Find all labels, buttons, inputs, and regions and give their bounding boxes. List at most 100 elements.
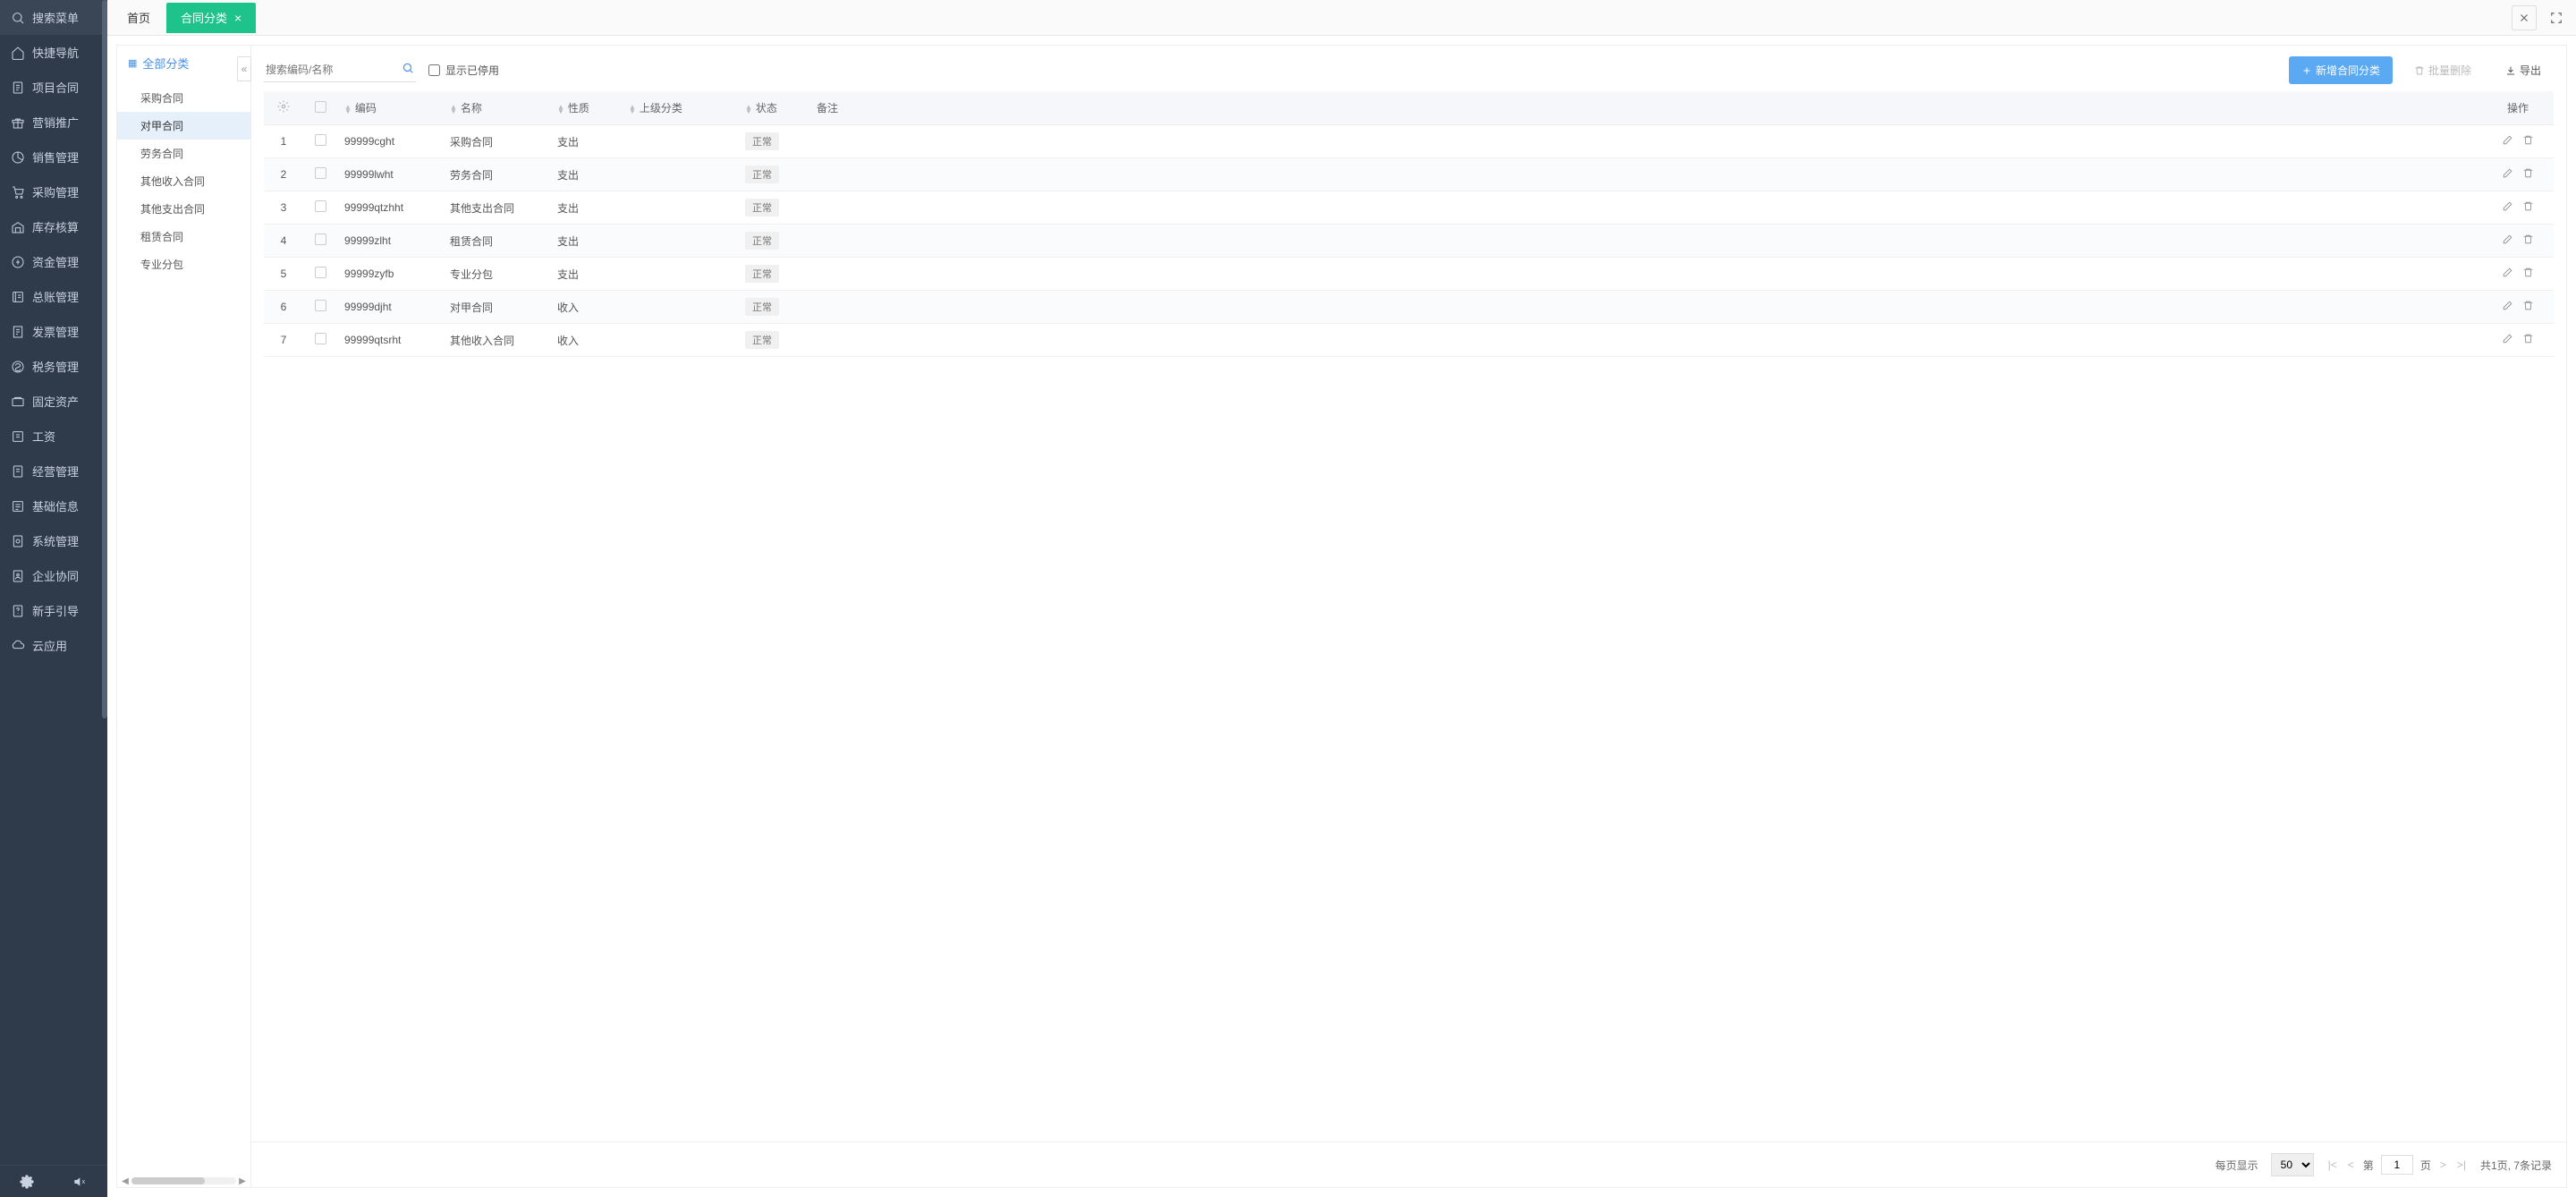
last-page-button[interactable]: >| (2455, 1157, 2468, 1173)
sidebar-item-asset[interactable]: 固定资产 (0, 384, 107, 419)
sidebar-item-receipt[interactable]: 发票管理 (0, 314, 107, 349)
sidebar-item-info[interactable]: 基础信息 (0, 488, 107, 523)
cell-remark (809, 258, 2482, 291)
delete-button[interactable] (2522, 167, 2534, 182)
sidebar-item-tax[interactable]: 税务管理 (0, 349, 107, 384)
edit-button[interactable] (2502, 167, 2513, 182)
close-icon (2518, 12, 2530, 24)
sidebar-item-doc[interactable]: 项目合同 (0, 70, 107, 105)
sidebar-item-ledger[interactable]: 总账管理 (0, 279, 107, 314)
hscroll-track[interactable] (131, 1177, 236, 1184)
show-disabled-checkbox[interactable]: 显示已停用 (428, 63, 499, 78)
delete-button[interactable] (2522, 200, 2534, 215)
column-checkbox-all[interactable] (303, 91, 337, 125)
delete-button[interactable] (2522, 333, 2534, 347)
search-button[interactable] (402, 62, 414, 77)
sidebar-scrollbar[interactable] (102, 0, 107, 718)
edit-button[interactable] (2502, 300, 2513, 314)
tree-item[interactable]: 采购合同 (117, 84, 250, 112)
fullscreen-button[interactable] (2544, 5, 2569, 30)
sidebar-item-system[interactable]: 系统管理 (0, 523, 107, 558)
tab-contract-category[interactable]: 合同分类 × (166, 3, 256, 33)
sidebar-item-gift[interactable]: 营销推广 (0, 105, 107, 140)
sound-button[interactable] (54, 1166, 107, 1197)
row-checkbox[interactable] (303, 258, 337, 291)
column-property[interactable]: ▲▼性质 (550, 91, 622, 125)
add-category-button[interactable]: 新增合同分类 (2289, 56, 2393, 84)
row-checkbox[interactable] (303, 158, 337, 191)
batch-delete-button: 批量删除 (2402, 56, 2484, 84)
column-parent[interactable]: ▲▼上级分类 (622, 91, 738, 125)
delete-button[interactable] (2522, 233, 2534, 248)
cell-code: 99999lwht (337, 158, 443, 191)
row-checkbox[interactable] (303, 324, 337, 357)
tree-item[interactable]: 其他支出合同 (117, 195, 250, 223)
hscroll-thumb[interactable] (131, 1177, 205, 1184)
scroll-right-button[interactable]: ▶ (238, 1176, 247, 1185)
tab-home[interactable]: 首页 (113, 3, 165, 33)
delete-button[interactable] (2522, 134, 2534, 149)
sidebar-item-collab[interactable]: 企业协同 (0, 558, 107, 593)
tree-item[interactable]: 对甲合同 (117, 112, 250, 140)
sidebar-item-home[interactable]: 快捷导航 (0, 35, 107, 70)
cell-status: 正常 (738, 158, 809, 191)
page-input[interactable] (2381, 1155, 2413, 1175)
sidebar-item-label: 云应用 (32, 637, 67, 654)
settings-button[interactable] (0, 1166, 54, 1197)
cell-parent (622, 158, 738, 191)
sidebar-item-warehouse[interactable]: 库存核算 (0, 209, 107, 244)
next-page-button[interactable]: > (2438, 1157, 2448, 1173)
tree-header[interactable]: ▦ 全部分类 (117, 46, 250, 81)
sidebar-item-cloud[interactable]: 云应用 (0, 628, 107, 663)
cell-remark (809, 291, 2482, 324)
tree-item[interactable]: 劳务合同 (117, 140, 250, 167)
sidebar-item-manage[interactable]: 经营管理 (0, 454, 107, 488)
edit-button[interactable] (2502, 333, 2513, 347)
sidebar-item-label: 发票管理 (32, 323, 79, 340)
tree-item[interactable]: 租赁合同 (117, 223, 250, 250)
tree-item[interactable]: 其他收入合同 (117, 167, 250, 195)
sidebar-item-pie[interactable]: 销售管理 (0, 140, 107, 174)
cell-name: 劳务合同 (443, 158, 550, 191)
sidebar-item-guide[interactable]: 新手引导 (0, 593, 107, 628)
export-button[interactable]: 导出 (2493, 56, 2554, 84)
edit-button[interactable] (2502, 200, 2513, 215)
close-tabs-button[interactable] (2512, 5, 2537, 30)
row-checkbox[interactable] (303, 191, 337, 225)
edit-button[interactable] (2502, 267, 2513, 281)
per-page-select[interactable]: 50 (2271, 1153, 2314, 1176)
trash-icon (2522, 333, 2534, 344)
edit-button[interactable] (2502, 233, 2513, 248)
column-settings[interactable] (264, 91, 303, 125)
cell-status: 正常 (738, 291, 809, 324)
edit-button[interactable] (2502, 134, 2513, 149)
sidebar-item-salary[interactable]: 工资 (0, 419, 107, 454)
checkbox-input[interactable] (428, 64, 440, 76)
sidebar-item-coin[interactable]: 资金管理 (0, 244, 107, 279)
search-input[interactable] (264, 58, 416, 82)
collapse-panel-button[interactable]: « (237, 56, 251, 81)
column-code[interactable]: ▲▼编码 (337, 91, 443, 125)
delete-button[interactable] (2522, 267, 2534, 281)
receipt-icon (11, 325, 25, 339)
row-checkbox[interactable] (303, 291, 337, 324)
delete-button[interactable] (2522, 300, 2534, 314)
warehouse-icon (11, 220, 25, 234)
close-icon[interactable]: × (234, 12, 242, 24)
scroll-left-button[interactable]: ◀ (121, 1176, 130, 1185)
tree-item[interactable]: 专业分包 (117, 250, 250, 278)
edit-icon (2502, 200, 2513, 212)
pagination-summary: 共1页, 7条记录 (2480, 1158, 2552, 1173)
column-name[interactable]: ▲▼名称 (443, 91, 550, 125)
chevron-left-icon: « (242, 63, 248, 75)
row-checkbox[interactable] (303, 125, 337, 158)
manage-icon (11, 464, 25, 479)
sidebar-item-search[interactable]: 搜索菜单 (0, 0, 107, 35)
row-checkbox[interactable] (303, 225, 337, 258)
column-status[interactable]: ▲▼状态 (738, 91, 809, 125)
sidebar-item-cart[interactable]: 采购管理 (0, 174, 107, 209)
sort-icon: ▲▼ (557, 105, 564, 114)
page-suffix: 页 (2420, 1158, 2431, 1173)
first-page-button[interactable]: |< (2326, 1157, 2339, 1173)
prev-page-button[interactable]: < (2346, 1157, 2356, 1173)
